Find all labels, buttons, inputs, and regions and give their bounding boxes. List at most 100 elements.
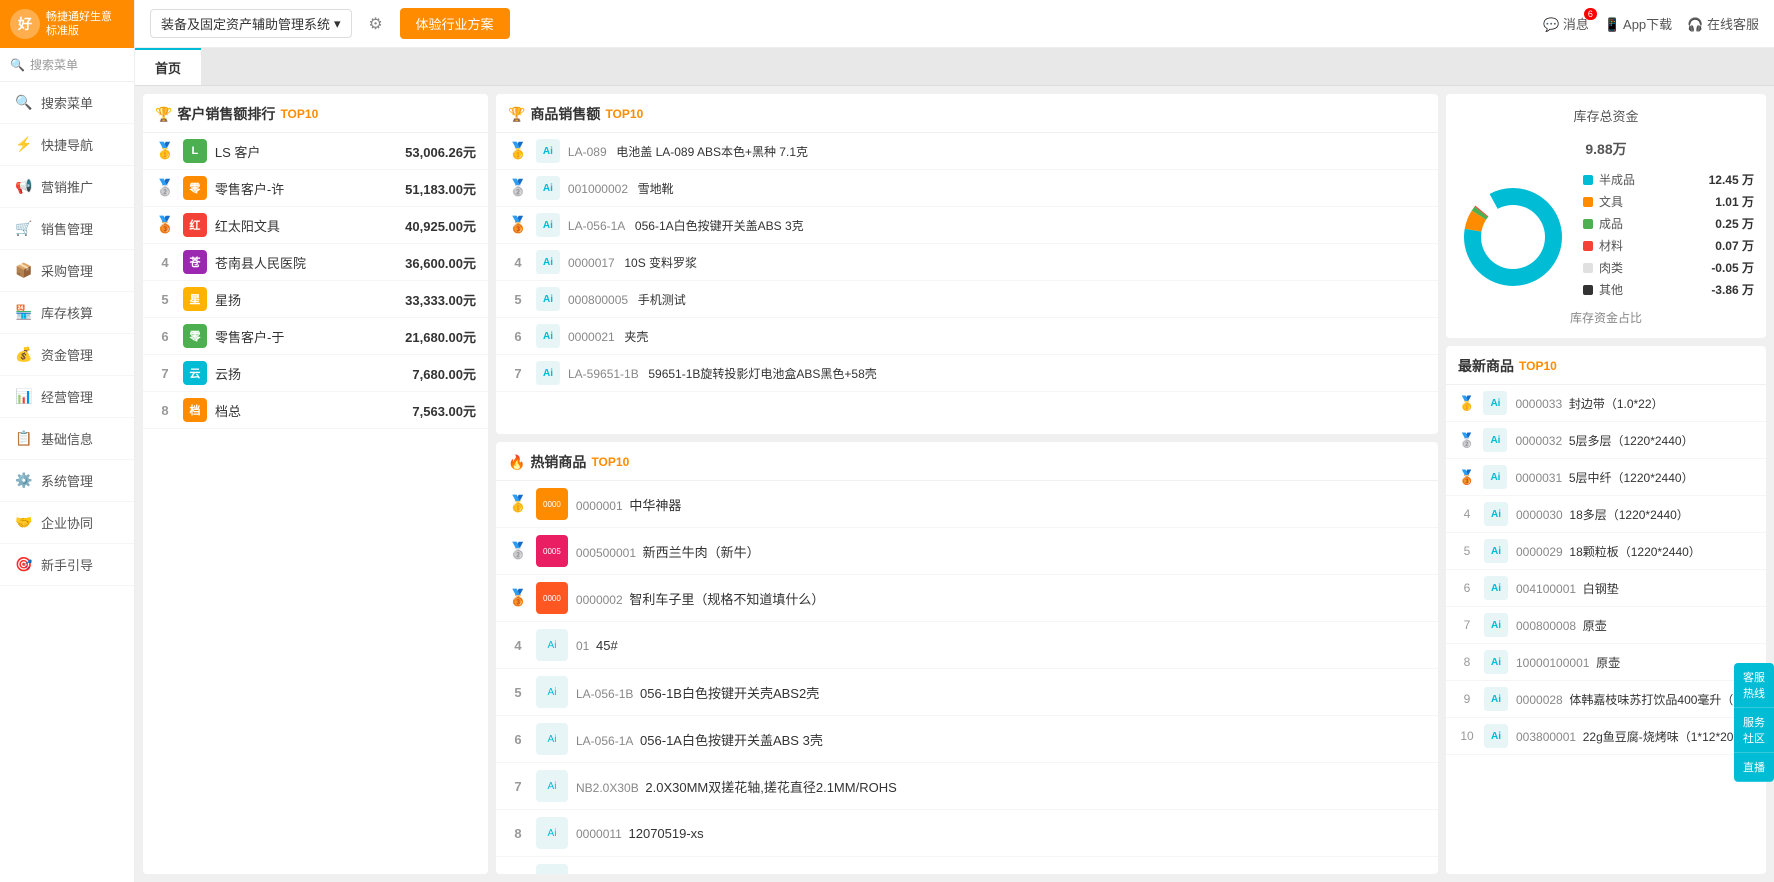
product-name: 056-1B白色按键开关壳ABS2壳 <box>640 686 819 701</box>
product-code: 0000032 <box>1515 434 1568 448</box>
legend-value: 0.25 万 <box>1715 215 1754 232</box>
system-selector[interactable]: 装备及固定资产辅助管理系统 ▾ <box>150 9 352 38</box>
basic-icon: 📋 <box>15 430 33 448</box>
tab-home[interactable]: 首页 <box>135 48 201 85</box>
hot-product-item: 9 Ai KK-SD22110H 花语萌恒温分腿睡袋（厚款） <box>496 857 1438 874</box>
trial-button[interactable]: 体验行业方案 <box>400 8 510 39</box>
product-info: 0000011 12070519-xs <box>576 826 1426 841</box>
sidebar-item-finance[interactable]: 💰资金管理 <box>0 334 134 376</box>
product-code: LA-089 <box>568 145 607 159</box>
sidebar-item-system[interactable]: ⚙️系统管理 <box>0 460 134 502</box>
enterprise-icon: 🤝 <box>15 514 33 532</box>
message-badge[interactable]: 💬 消息 6 <box>1543 14 1589 33</box>
newest-product-item: 8 Ai 10000100001 原壶 <box>1446 644 1766 681</box>
sidebar-item-basic[interactable]: 📋 基础信息 <box>0 418 134 460</box>
customer-rank-item: 7 云 云扬 7,680.00元 <box>143 355 488 392</box>
message-icon: 💬 <box>1543 17 1559 32</box>
operation-icon: 📊 <box>15 388 33 406</box>
sidebar-item-guide[interactable]: 🎯新手引导 <box>0 544 134 586</box>
product-name: 22g鱼豆腐-烧烤味（1*12*20） <box>1583 730 1746 744</box>
customer-amount: 33,333.00元 <box>405 290 476 309</box>
hot-products-panel: 🔥 热销商品 TOP10 🥇 0000 0000001 中华神器 🥈 0005 … <box>496 442 1438 874</box>
float-btn-service-community[interactable]: 服务 社区 <box>1734 708 1774 753</box>
product-name: 白钢垫 <box>1583 582 1619 596</box>
customer-amount: 40,925.00元 <box>405 216 476 235</box>
product-code: 000800008 <box>1516 619 1583 633</box>
float-btn-direct[interactable]: 直播 <box>1734 753 1774 782</box>
sidebar-item-purchase[interactable]: 📦采购管理 <box>0 250 134 292</box>
rank-number: 4 <box>508 255 528 270</box>
sidebar-item-operation[interactable]: 📊经营管理 <box>0 376 134 418</box>
sidebar: 好 畅捷通好生意 标准版 🔍 搜索菜单 🔍搜索菜单⚡快捷导航📢营销推广🛒销售管理… <box>0 0 135 882</box>
customer-rank-item: 4 苍 苍南县人民医院 36,600.00元 <box>143 244 488 281</box>
product-info: 0000002 智利车子里（规格不知道填什么） <box>576 589 1426 608</box>
settings-gear-icon[interactable]: ⚙ <box>362 10 390 38</box>
customer-rank-list: 🥇 L LS 客户 53,006.26元 🥈 零 零售客户-许 51,183.0… <box>143 133 488 429</box>
hot-product-item: 🥇 0000 0000001 中华神器 <box>496 481 1438 528</box>
product-info: KK-SD22110H 花语萌恒温分腿睡袋（厚款） <box>576 871 1426 875</box>
product-info: 0000032 5层多层（1220*2440） <box>1515 432 1754 449</box>
medal-icon: 🥈 <box>155 178 175 198</box>
stock-legend: 半成品 12.45 万 文具 1.01 万 成品 0.25 万 材料 0.07 … <box>1583 171 1754 303</box>
product-info: 000800008 原壶 <box>1516 617 1754 634</box>
newest-product-item: 🥉 Ai 0000031 5层中纤（1220*2440） <box>1446 459 1766 496</box>
legend-item: 肉类 -0.05 万 <box>1583 259 1754 276</box>
search-menu-item[interactable]: 🔍 搜索菜单 <box>0 48 134 82</box>
newest-product-item: 🥇 Ai 0000033 封边带（1.0*22） <box>1446 385 1766 422</box>
medal-icon: 🥇 <box>508 141 528 161</box>
product-name: 中华神器 <box>629 498 681 513</box>
sidebar-item-label: 基础信息 <box>41 429 93 448</box>
hot-product-item: 5 Ai LA-056-1B 056-1B白色按键开关壳ABS2壳 <box>496 669 1438 716</box>
sidebar-item-search[interactable]: 🔍搜索菜单 <box>0 82 134 124</box>
product-thumb: 0000 <box>536 488 568 520</box>
sidebar-item-label: 库存核算 <box>41 303 93 322</box>
legend-value: 12.45 万 <box>1709 171 1754 188</box>
legend-dot <box>1583 175 1593 185</box>
stock-total-value: 9.88万 <box>1458 129 1754 161</box>
product-name: 056-1A白色按键开关盖ABS 3克 <box>635 219 804 233</box>
topbar: 装备及固定资产辅助管理系统 ▾ ⚙ 体验行业方案 💬 消息 6 📱 App下载 … <box>135 0 1774 48</box>
hot-product-item: 6 Ai LA-056-1A 056-1A白色按键开关盖ABS 3壳 <box>496 716 1438 763</box>
product-info: 0000033 封边带（1.0*22） <box>1515 395 1754 412</box>
float-buttons: 客服 热线服务 社区直播 <box>1734 663 1774 782</box>
legend-name: 半成品 <box>1599 171 1703 188</box>
customer-avatar: L <box>183 139 207 163</box>
medal-icon: 🥈 <box>508 178 528 198</box>
legend-dot <box>1583 241 1593 251</box>
newest-product-item: 7 Ai 000800008 原壶 <box>1446 607 1766 644</box>
product-thumb: Ai <box>536 817 568 849</box>
customer-rank-item: 6 零 零售客户-于 21,680.00元 <box>143 318 488 355</box>
product-name: 封边带（1.0*22） <box>1569 397 1664 411</box>
customer-name: 零售客户-许 <box>215 179 397 198</box>
sidebar-item-label: 新手引导 <box>41 555 93 574</box>
product-info: 0000030 18多层（1220*2440） <box>1516 506 1754 523</box>
product-name: 59651-1B旋转投影灯电池盒ABS黑色+58壳 <box>648 367 876 381</box>
product-name: 10S 变料罗浆 <box>624 256 697 270</box>
search-icon: 🔍 <box>15 94 33 112</box>
product-info: LA-056-1A 056-1A白色按键开关盖ABS 3克 <box>568 217 1426 234</box>
stock-ratio-label: 库存资金占比 <box>1458 309 1754 326</box>
customer-amount: 36,600.00元 <box>405 253 476 272</box>
medal-icon: 🥉 <box>1458 469 1475 486</box>
sidebar-item-inventory[interactable]: 🏪库存核算 <box>0 292 134 334</box>
product-code: 0000017 <box>568 256 615 270</box>
customer-avatar: 星 <box>183 287 207 311</box>
sidebar-item-enterprise[interactable]: 🤝企业协同 <box>0 502 134 544</box>
app-download-link[interactable]: 📱 App下载 <box>1604 14 1672 33</box>
sidebar-item-sales[interactable]: 🛒销售管理 <box>0 208 134 250</box>
customer-name: 星扬 <box>215 290 397 309</box>
sidebar-item-marketing[interactable]: 📢营销推广 <box>0 166 134 208</box>
float-btn-customer-service[interactable]: 客服 热线 <box>1734 663 1774 708</box>
logo-icon: 好 <box>10 9 40 39</box>
product-info: LA-056-1B 056-1B白色按键开关壳ABS2壳 <box>576 683 1426 702</box>
sidebar-item-shortcut[interactable]: ⚡快捷导航 <box>0 124 134 166</box>
customer-rank-item: 🥉 红 红太阳文具 40,925.00元 <box>143 207 488 244</box>
customer-avatar: 苍 <box>183 250 207 274</box>
product-code: 004100001 <box>1516 582 1583 596</box>
hot-product-item: 7 Ai NB2.0X30B 2.0X30MM双搓花轴,搓花直径2.1MM/RO… <box>496 763 1438 810</box>
sales-icon: 🛒 <box>15 220 33 238</box>
trophy-icon: 🏆 <box>155 106 172 123</box>
online-service-link[interactable]: 🎧 在线客服 <box>1687 14 1759 33</box>
customer-amount: 53,006.26元 <box>405 142 476 161</box>
product-code: 01 45# <box>576 638 1426 653</box>
